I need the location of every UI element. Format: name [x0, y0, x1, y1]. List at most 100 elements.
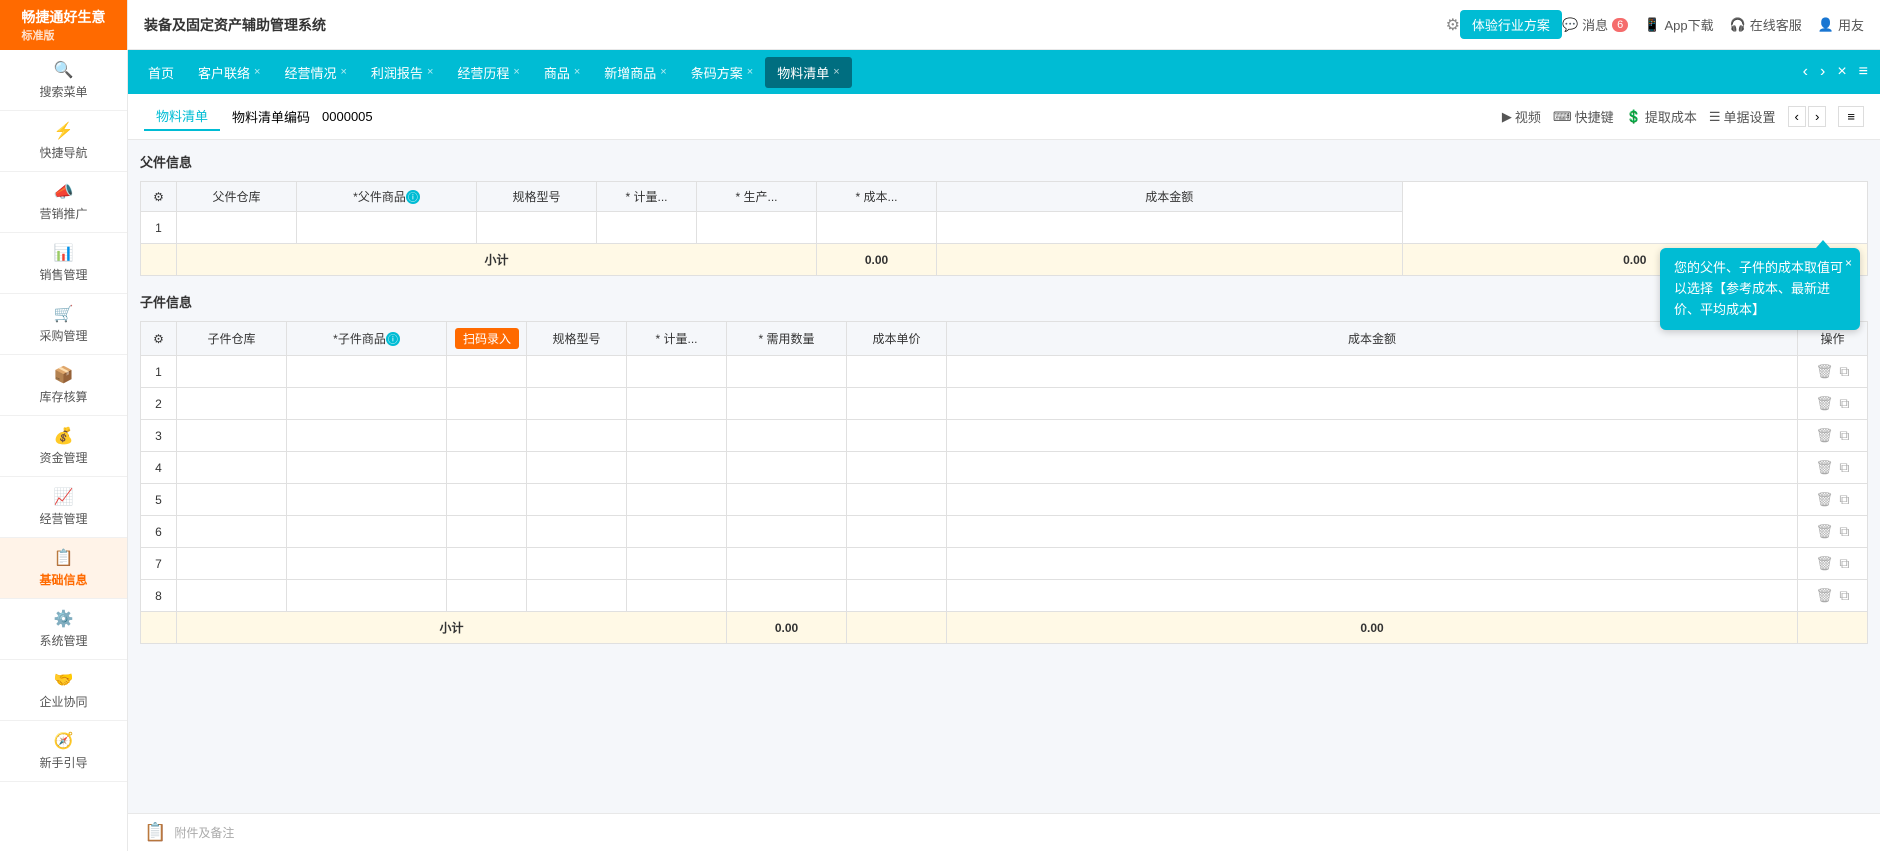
sidebar-item-system[interactable]: ⚙️ 系统管理: [0, 599, 127, 660]
child-row-6-warehouse[interactable]: [177, 516, 287, 548]
child-row-2-unit[interactable]: [627, 388, 727, 420]
user-action[interactable]: 👤 用友: [1818, 15, 1864, 34]
nav-tab-bom[interactable]: 物料清单 ×: [765, 57, 851, 88]
child-row-6-goods[interactable]: [287, 516, 447, 548]
copy-icon-row-6[interactable]: ⧉: [1839, 523, 1849, 540]
child-row-3-unit-cost[interactable]: [847, 420, 947, 452]
nav-tab-barcode-close[interactable]: ×: [747, 66, 753, 78]
child-row-5-warehouse[interactable]: [177, 484, 287, 516]
parent-row-1-produce[interactable]: [697, 212, 817, 244]
child-row-8-cost-amount[interactable]: [947, 580, 1798, 612]
child-row-3-unit[interactable]: [627, 420, 727, 452]
sidebar-item-inventory[interactable]: 📦 库存核算: [0, 355, 127, 416]
child-row-7-warehouse[interactable]: [177, 548, 287, 580]
child-row-8-goods[interactable]: [287, 580, 447, 612]
sidebar-item-guide[interactable]: 🧭 新手引导: [0, 721, 127, 782]
sidebar-item-sales[interactable]: 📊 销售管理: [0, 233, 127, 294]
delete-icon-row-2[interactable]: 🗑: [1816, 395, 1834, 412]
delete-icon-row-4[interactable]: 🗑: [1816, 459, 1834, 476]
copy-icon-row-2[interactable]: ⧉: [1839, 395, 1849, 412]
trial-button[interactable]: 体验行业方案: [1460, 10, 1562, 39]
child-row-6-unit[interactable]: [627, 516, 727, 548]
child-row-4-cost-amount[interactable]: [947, 452, 1798, 484]
child-row-5-qty[interactable]: [727, 484, 847, 516]
delete-icon-row-6[interactable]: 🗑: [1816, 523, 1834, 540]
sidebar-item-operations[interactable]: 📈 经营管理: [0, 477, 127, 538]
copy-icon-row-5[interactable]: ⧉: [1839, 491, 1849, 508]
next-record-button[interactable]: ›: [1808, 106, 1826, 127]
child-row-6-qty[interactable]: [727, 516, 847, 548]
nav-close-button[interactable]: ×: [1833, 61, 1850, 83]
nav-tab-goods[interactable]: 商品 ×: [532, 57, 592, 88]
parent-row-1-unit[interactable]: [597, 212, 697, 244]
child-row-1-qty[interactable]: [727, 356, 847, 388]
parent-row-1-warehouse[interactable]: [177, 212, 297, 244]
child-row-2-warehouse[interactable]: [177, 388, 287, 420]
nav-menu-button[interactable]: ≡: [1855, 61, 1872, 83]
nav-tab-new-goods-close[interactable]: ×: [660, 66, 666, 78]
parent-row-1-spec[interactable]: [477, 212, 597, 244]
doc-settings-action[interactable]: ☰ 单据设置: [1709, 107, 1776, 126]
copy-icon-row-4[interactable]: ⧉: [1839, 459, 1849, 476]
list-view-button[interactable]: ≡: [1838, 106, 1864, 127]
child-row-8-spec[interactable]: [527, 580, 627, 612]
prev-record-button[interactable]: ‹: [1788, 106, 1806, 127]
child-row-5-unit-cost[interactable]: [847, 484, 947, 516]
child-row-4-warehouse[interactable]: [177, 452, 287, 484]
child-row-2-unit-cost[interactable]: [847, 388, 947, 420]
child-row-3-cost-amount[interactable]: [947, 420, 1798, 452]
parent-row-1-cost-amount[interactable]: [937, 212, 1403, 244]
sidebar-item-purchase[interactable]: 🛒 采购管理: [0, 294, 127, 355]
child-row-2-spec[interactable]: [527, 388, 627, 420]
nav-tab-barcode[interactable]: 条码方案 ×: [679, 57, 765, 88]
child-row-8-unit[interactable]: [627, 580, 727, 612]
child-row-8-qty[interactable]: [727, 580, 847, 612]
nav-tab-new-goods[interactable]: 新增商品 ×: [592, 57, 678, 88]
child-row-4-spec[interactable]: [527, 452, 627, 484]
child-row-1-cost-amount[interactable]: [947, 356, 1798, 388]
sidebar-item-enterprise[interactable]: 🤝 企业协同: [0, 660, 127, 721]
child-row-1-warehouse[interactable]: [177, 356, 287, 388]
child-row-4-unit-cost[interactable]: [847, 452, 947, 484]
delete-icon-row-1[interactable]: 🗑: [1816, 363, 1834, 380]
child-row-1-spec[interactable]: [527, 356, 627, 388]
delete-icon-row-3[interactable]: 🗑: [1816, 427, 1834, 444]
child-row-2-qty[interactable]: [727, 388, 847, 420]
child-row-3-goods[interactable]: [287, 420, 447, 452]
child-row-3-qty[interactable]: [727, 420, 847, 452]
child-row-5-cost-amount[interactable]: [947, 484, 1798, 516]
child-row-6-spec[interactable]: [527, 516, 627, 548]
nav-next-button[interactable]: ›: [1816, 61, 1829, 83]
child-row-5-unit[interactable]: [627, 484, 727, 516]
nav-tab-customers[interactable]: 客户联络 ×: [186, 57, 272, 88]
nav-tab-customers-close[interactable]: ×: [254, 66, 260, 78]
sidebar-item-finance[interactable]: 💰 资金管理: [0, 416, 127, 477]
sidebar-item-basic-info[interactable]: 📋 基础信息: [0, 538, 127, 599]
extract-cost-action[interactable]: 💲 提取成本: [1626, 107, 1697, 126]
child-row-3-spec[interactable]: [527, 420, 627, 452]
copy-icon-row-7[interactable]: ⧉: [1839, 555, 1849, 572]
sidebar-item-search[interactable]: 🔍 搜索菜单: [0, 50, 127, 111]
sub-tab-bom[interactable]: 物料清单: [144, 102, 220, 131]
copy-icon-row-8[interactable]: ⧉: [1839, 587, 1849, 604]
nav-tab-profit[interactable]: 利润报告 ×: [359, 57, 445, 88]
nav-tab-profit-close[interactable]: ×: [427, 66, 433, 78]
gear-icon[interactable]: ⚙: [1446, 15, 1460, 35]
parent-row-1-goods[interactable]: [297, 212, 477, 244]
child-row-1-unit[interactable]: [627, 356, 727, 388]
shortcut-action[interactable]: ⌨ 快捷键: [1553, 107, 1614, 126]
child-row-5-goods[interactable]: [287, 484, 447, 516]
child-row-6-cost-amount[interactable]: [947, 516, 1798, 548]
nav-tab-home[interactable]: 首页: [136, 57, 186, 88]
child-row-2-cost-amount[interactable]: [947, 388, 1798, 420]
child-row-7-goods[interactable]: [287, 548, 447, 580]
child-row-7-unit[interactable]: [627, 548, 727, 580]
sidebar-item-quick-nav[interactable]: ⚡ 快捷导航: [0, 111, 127, 172]
child-row-5-spec[interactable]: [527, 484, 627, 516]
child-row-4-goods[interactable]: [287, 452, 447, 484]
child-row-8-unit-cost[interactable]: [847, 580, 947, 612]
nav-tab-history[interactable]: 经营历程 ×: [445, 57, 531, 88]
parent-row-1-cost[interactable]: [817, 212, 937, 244]
nav-tab-bom-close[interactable]: ×: [833, 66, 839, 78]
tooltip-close-button[interactable]: ×: [1845, 254, 1852, 273]
